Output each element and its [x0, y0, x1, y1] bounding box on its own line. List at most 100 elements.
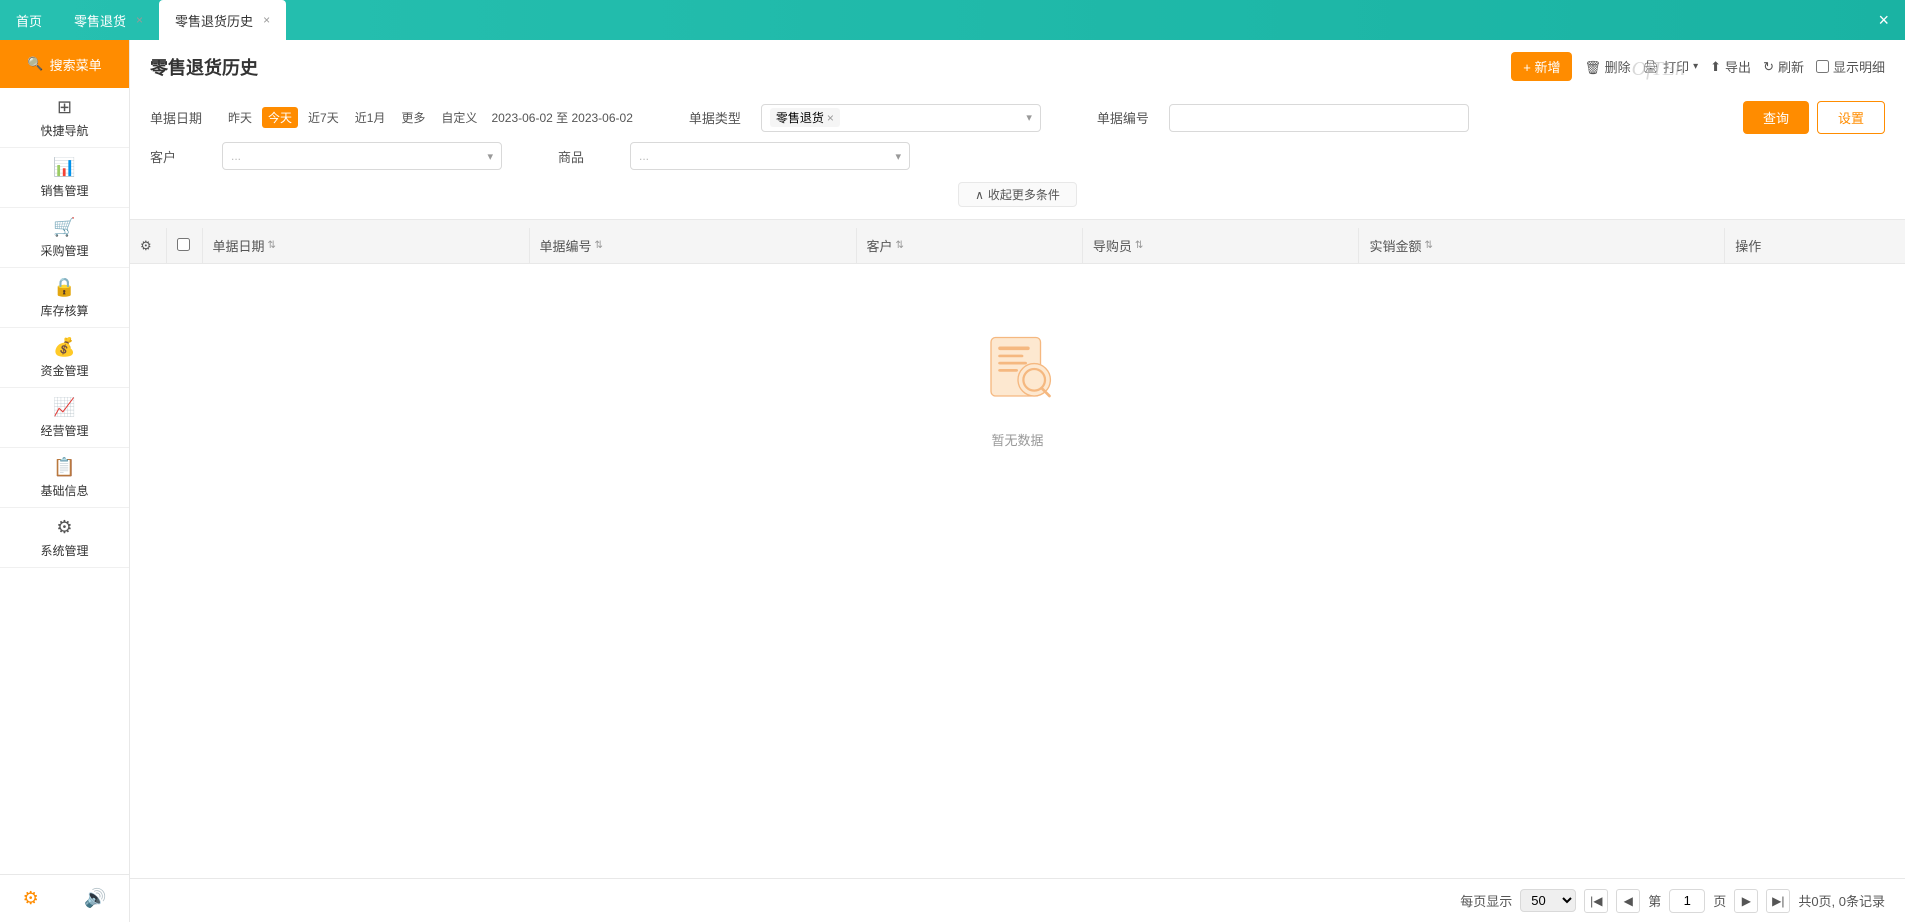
sidebar-item-operations[interactable]: 📈 经营管理: [0, 388, 129, 448]
empty-text: 暂无数据: [991, 430, 1043, 449]
query-btn[interactable]: 查询: [1743, 101, 1809, 134]
collapse-row: ∧ 收起更多条件: [150, 178, 1885, 211]
amount-sort-icon: ⇅: [1424, 240, 1432, 251]
select-all-checkbox[interactable]: [177, 238, 190, 251]
sidebar-item-inventory[interactable]: 🔒 库存核算: [0, 268, 129, 328]
customer-select[interactable]: ... ▾: [222, 142, 502, 170]
empty-icon: [973, 324, 1063, 414]
last-page-btn[interactable]: ▶|: [1766, 889, 1790, 913]
total-label: 共0页, 0条记录: [1798, 891, 1885, 910]
col-date: 单据日期 ⇅: [202, 228, 529, 264]
collapse-label: 收起更多条件: [988, 186, 1060, 203]
goods-placeholder: ...: [639, 149, 649, 163]
col-no: 单据编号 ⇅: [529, 228, 856, 264]
settings-btn[interactable]: 设置: [1817, 101, 1885, 134]
toolbar: + 新增 🗑 删除 🖨 🖨 打印 打印 ▾ ⬆ 导出 ↻ 刷新: [1511, 52, 1885, 81]
sidebar-item-quick-nav[interactable]: ⊞ 快捷导航: [0, 88, 129, 148]
prev-page-btn[interactable]: ◀: [1616, 889, 1640, 913]
show-detail-checkbox-label: 显示明细: [1816, 57, 1885, 76]
tab-return-history[interactable]: 零售退货历史 ×: [159, 0, 286, 40]
customer-sort-icon: ⇅: [896, 240, 904, 251]
new-btn[interactable]: + 新增: [1511, 52, 1572, 81]
filter-area: 单据日期 昨天 今天 近7天 近1月 更多 自定义 2023-06-02 至 2…: [150, 93, 1885, 219]
tab-return-history-close[interactable]: ×: [263, 13, 270, 27]
col-guide: 导购员 ⇅: [1082, 228, 1359, 264]
table-container: ⚙ 单据日期 ⇅ 单据编号: [130, 228, 1905, 878]
page-header: 零售退货历史 + 新增 🗑 删除 🖨 🖨 打印 打印 ▾ ⬆ 导出: [130, 40, 1905, 220]
sidebar-settings-btn[interactable]: ⚙: [23, 888, 39, 909]
customer-chevron: ▾: [487, 150, 493, 163]
purchase-icon: 🛒: [53, 217, 75, 238]
finance-icon: 💰: [53, 337, 75, 358]
sidebar-bottom: ⚙ 🔊: [0, 874, 129, 922]
per-page-select[interactable]: 50 10 20 100: [1520, 889, 1576, 912]
col-amount-sort[interactable]: 实销金额 ⇅: [1369, 236, 1704, 255]
sidebar-item-sales-label: 销售管理: [40, 182, 88, 199]
delete-btn[interactable]: 🗑 删除: [1584, 57, 1630, 76]
export-icon: ⬆: [1710, 59, 1721, 75]
page-unit: 页: [1713, 891, 1726, 910]
refresh-btn[interactable]: ↻ 刷新: [1763, 57, 1804, 76]
next-page-btn[interactable]: ▶: [1734, 889, 1758, 913]
date-custom[interactable]: 自定义: [435, 107, 483, 128]
basic-info-icon: 📋: [53, 457, 75, 478]
voucher-type-tag: 零售退货 ×: [770, 108, 840, 127]
voucher-no-input[interactable]: [1169, 104, 1469, 132]
sidebar-item-system[interactable]: ⚙ 系统管理: [0, 508, 129, 568]
sidebar-item-system-label: 系统管理: [40, 542, 88, 559]
data-table: ⚙ 单据日期 ⇅ 单据编号: [130, 228, 1905, 509]
col-date-sort[interactable]: 单据日期 ⇅: [213, 236, 519, 255]
sidebar-item-basic-info[interactable]: 📋 基础信息: [0, 448, 129, 508]
date-yesterday[interactable]: 昨天: [222, 107, 258, 128]
pagination-bar: 每页显示 50 10 20 100 |◀ ◀ 第 页 ▶ ▶| 共0页, 0条记…: [130, 878, 1905, 922]
voucher-type-tag-remove[interactable]: ×: [827, 111, 834, 125]
sidebar-search[interactable]: 🔍 搜索菜单: [0, 40, 129, 88]
sidebar-item-finance[interactable]: 💰 资金管理: [0, 328, 129, 388]
empty-state-cell: 暂无数据: [130, 264, 1905, 510]
date-options: 昨天 今天 近7天 近1月 更多 自定义 2023-06-02 至 2023-0…: [222, 107, 633, 128]
date-7days[interactable]: 近7天: [302, 107, 345, 128]
voucher-type-select[interactable]: 零售退货 × ▾: [761, 104, 1041, 132]
page-input[interactable]: [1669, 889, 1705, 913]
sidebar: 🔍 搜索菜单 ⊞ 快捷导航 📊 销售管理 🛒 采购管理 🔒 库存核算 💰 资金管…: [0, 40, 130, 922]
gear-icon[interactable]: ⚙: [140, 238, 152, 253]
window-close-btn[interactable]: ×: [1878, 10, 1905, 31]
page-title: 零售退货历史: [150, 54, 258, 80]
goods-select[interactable]: ... ▾: [630, 142, 910, 170]
sales-icon: 📊: [53, 157, 75, 178]
collapse-btn[interactable]: ∧ 收起更多条件: [958, 182, 1077, 207]
sidebar-volume-btn[interactable]: 🔊: [84, 888, 106, 909]
tab-return-close[interactable]: ×: [136, 13, 143, 27]
date-range-display: 2023-06-02 至 2023-06-02: [491, 109, 632, 126]
goods-chevron: ▾: [895, 150, 901, 163]
collapse-icon: ∧: [975, 188, 984, 202]
goods-filter-label: 商品: [558, 147, 614, 166]
empty-state: 暂无数据: [130, 264, 1905, 509]
operations-icon: 📈: [53, 397, 75, 418]
col-action: 操作: [1725, 228, 1905, 264]
main-layout: 🔍 搜索菜单 ⊞ 快捷导航 📊 销售管理 🛒 采购管理 🔒 库存核算 💰 资金管…: [0, 40, 1905, 922]
export-btn[interactable]: ⬆ 导出: [1710, 57, 1751, 76]
empty-row: 暂无数据: [130, 264, 1905, 510]
sidebar-search-label: 搜索菜单: [50, 55, 102, 74]
tab-home-label: 首页: [16, 11, 42, 30]
date-more[interactable]: 更多: [395, 107, 431, 128]
tab-home[interactable]: 首页: [0, 0, 58, 40]
col-guide-sort[interactable]: 导购员 ⇅: [1093, 236, 1349, 255]
sidebar-item-operations-label: 经营管理: [40, 422, 88, 439]
show-detail-checkbox[interactable]: [1816, 60, 1829, 73]
print-btn[interactable]: 🖨 🖨 打印 打印 ▾: [1643, 57, 1699, 76]
date-1month[interactable]: 近1月: [349, 107, 392, 128]
sidebar-item-basic-info-label: 基础信息: [40, 482, 88, 499]
col-gear: ⚙: [130, 228, 166, 264]
sidebar-item-purchase-mgmt[interactable]: 🛒 采购管理: [0, 208, 129, 268]
filter-row-1: 单据日期 昨天 今天 近7天 近1月 更多 自定义 2023-06-02 至 2…: [150, 101, 1885, 134]
col-customer-sort[interactable]: 客户 ⇅: [867, 236, 1072, 255]
date-today[interactable]: 今天: [262, 107, 298, 128]
col-checkbox: [166, 228, 202, 264]
first-page-btn[interactable]: |◀: [1584, 889, 1608, 913]
sidebar-item-purchase-label: 采购管理: [40, 242, 88, 259]
sidebar-item-sales-mgmt[interactable]: 📊 销售管理: [0, 148, 129, 208]
col-no-sort[interactable]: 单据编号 ⇅: [540, 236, 846, 255]
tab-return[interactable]: 零售退货 ×: [58, 0, 159, 40]
